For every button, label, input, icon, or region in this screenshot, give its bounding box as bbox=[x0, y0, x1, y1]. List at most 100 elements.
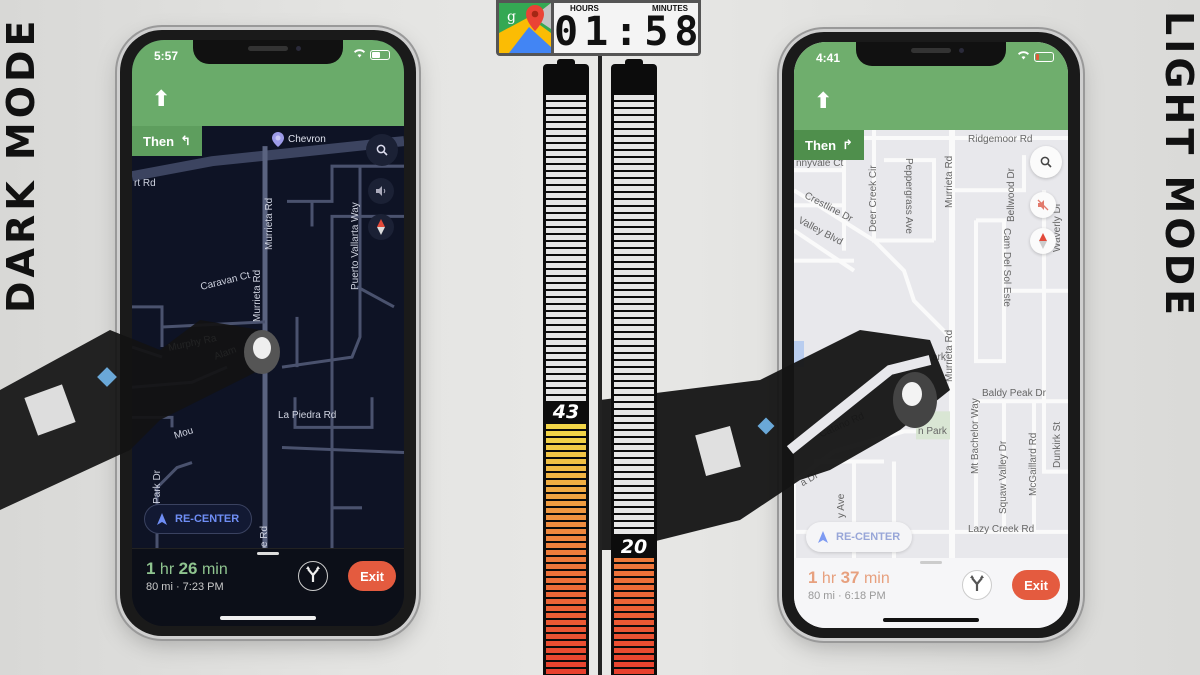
recenter-label: RE-CENTER bbox=[175, 513, 240, 525]
battery-cell bbox=[546, 620, 586, 625]
battery-cell bbox=[546, 515, 586, 520]
battery-cell bbox=[546, 354, 586, 359]
battery-cell bbox=[614, 466, 654, 471]
battery-gauge-cells bbox=[546, 90, 586, 675]
battery-cell bbox=[546, 137, 586, 142]
eta-minutes: 37 bbox=[840, 568, 860, 587]
alternate-routes-button[interactable] bbox=[962, 570, 992, 600]
battery-cell bbox=[614, 158, 654, 163]
compass-button[interactable] bbox=[1030, 228, 1056, 254]
timer-digits: 01:58 bbox=[554, 11, 698, 53]
battery-cell bbox=[546, 648, 586, 653]
search-button[interactable] bbox=[366, 134, 398, 166]
navigation-arrow-icon bbox=[818, 531, 828, 543]
map-view[interactable]: Ridgemoor Rd nnyvale Ct Deer Creek Cir P… bbox=[794, 130, 1068, 558]
map-road-label: ark bbox=[932, 352, 946, 363]
home-indicator[interactable] bbox=[883, 618, 979, 622]
exit-button[interactable]: Exit bbox=[1012, 570, 1060, 600]
drag-handle[interactable] bbox=[257, 552, 279, 555]
battery-cell bbox=[614, 354, 654, 359]
trip-summary-bar: 1 hr 26 min 80 mi · 7:23 PM Exit bbox=[132, 548, 404, 626]
battery-cell bbox=[614, 578, 654, 583]
battery-cell bbox=[614, 585, 654, 590]
compass-button[interactable] bbox=[368, 214, 394, 240]
battery-cell bbox=[546, 130, 586, 135]
home-indicator[interactable] bbox=[220, 616, 316, 620]
map-view[interactable]: rt Rd Murrieta Rd Puerto Vallarta Way Ca… bbox=[132, 126, 404, 578]
search-button[interactable] bbox=[1030, 146, 1062, 178]
battery-cell bbox=[614, 291, 654, 296]
battery-cell bbox=[614, 473, 654, 478]
battery-cell bbox=[546, 641, 586, 646]
alternate-routes-button[interactable] bbox=[298, 561, 328, 591]
battery-cell bbox=[546, 305, 586, 310]
battery-cell bbox=[546, 326, 586, 331]
battery-gauge-cap bbox=[543, 59, 589, 90]
map-road-label: Murrieta Rd bbox=[264, 197, 275, 250]
battery-gauge-cells bbox=[614, 90, 654, 675]
navigation-arrow-icon bbox=[157, 513, 167, 525]
sound-button[interactable] bbox=[1030, 192, 1056, 218]
center-divider bbox=[598, 56, 602, 675]
battery-cell bbox=[546, 473, 586, 478]
battery-cell bbox=[614, 109, 654, 114]
google-maps-icon: g bbox=[499, 3, 551, 53]
battery-cell bbox=[546, 368, 586, 373]
battery-cell bbox=[614, 235, 654, 240]
then-label: Then bbox=[143, 133, 175, 149]
battery-cell bbox=[546, 466, 586, 471]
battery-cell bbox=[546, 186, 586, 191]
battery-cell bbox=[614, 333, 654, 338]
drag-handle[interactable] bbox=[920, 561, 942, 564]
battery-cell bbox=[614, 452, 654, 457]
recenter-button[interactable]: RE-CENTER bbox=[144, 504, 253, 534]
notch bbox=[856, 42, 1006, 66]
battery-cell bbox=[546, 102, 586, 107]
battery-gauge-body bbox=[611, 90, 657, 675]
map-road-label: La Piedra Rd bbox=[278, 410, 337, 421]
status-time: 5:57 bbox=[154, 49, 179, 63]
battery-cell bbox=[614, 564, 654, 569]
sound-button[interactable] bbox=[368, 178, 394, 204]
battery-cell bbox=[546, 494, 586, 499]
map-road-label: rt Rd bbox=[134, 178, 156, 189]
battery-cell bbox=[546, 655, 586, 660]
map-road-label: McGaillard Rd bbox=[1028, 432, 1039, 496]
exit-button[interactable]: Exit bbox=[348, 561, 396, 591]
battery-cell bbox=[614, 361, 654, 366]
battery-cell bbox=[614, 438, 654, 443]
battery-cell bbox=[546, 627, 586, 632]
battery-cell bbox=[614, 655, 654, 660]
battery-cell bbox=[546, 452, 586, 457]
battery-cell bbox=[614, 599, 654, 604]
battery-cell bbox=[614, 95, 654, 100]
battery-cell bbox=[546, 550, 586, 555]
battery-cell bbox=[546, 235, 586, 240]
battery-cell bbox=[614, 186, 654, 191]
battery-cell bbox=[614, 627, 654, 632]
poi-chevron[interactable]: Chevron bbox=[272, 132, 326, 147]
battery-cell bbox=[614, 410, 654, 415]
map-road-label: Deer Creek Cir bbox=[868, 165, 879, 232]
battery-percent-readout: 43 bbox=[543, 401, 589, 424]
eta-distance-arrival: 80 mi · 6:18 PM bbox=[808, 590, 886, 602]
search-icon bbox=[376, 144, 388, 156]
battery-cell bbox=[614, 242, 654, 247]
battery-cell bbox=[546, 298, 586, 303]
battery-gauge-dark: 43 bbox=[543, 59, 589, 675]
battery-cell bbox=[546, 256, 586, 261]
battery-cell bbox=[614, 263, 654, 268]
battery-cell bbox=[614, 606, 654, 611]
battery-cell bbox=[546, 319, 586, 324]
battery-cell bbox=[546, 585, 586, 590]
battery-cell bbox=[546, 522, 586, 527]
speaker-icon bbox=[375, 185, 387, 197]
route-fork-icon bbox=[306, 566, 320, 586]
map-road-label: Cam Del Sol Este bbox=[1001, 228, 1012, 307]
recenter-button[interactable]: RE-CENTER bbox=[806, 522, 913, 552]
battery-cell bbox=[546, 501, 586, 506]
battery-cell bbox=[614, 522, 654, 527]
battery-cell bbox=[546, 277, 586, 282]
battery-gauge-body bbox=[543, 90, 589, 675]
then-turn-indicator: Then ↰ bbox=[132, 126, 202, 156]
